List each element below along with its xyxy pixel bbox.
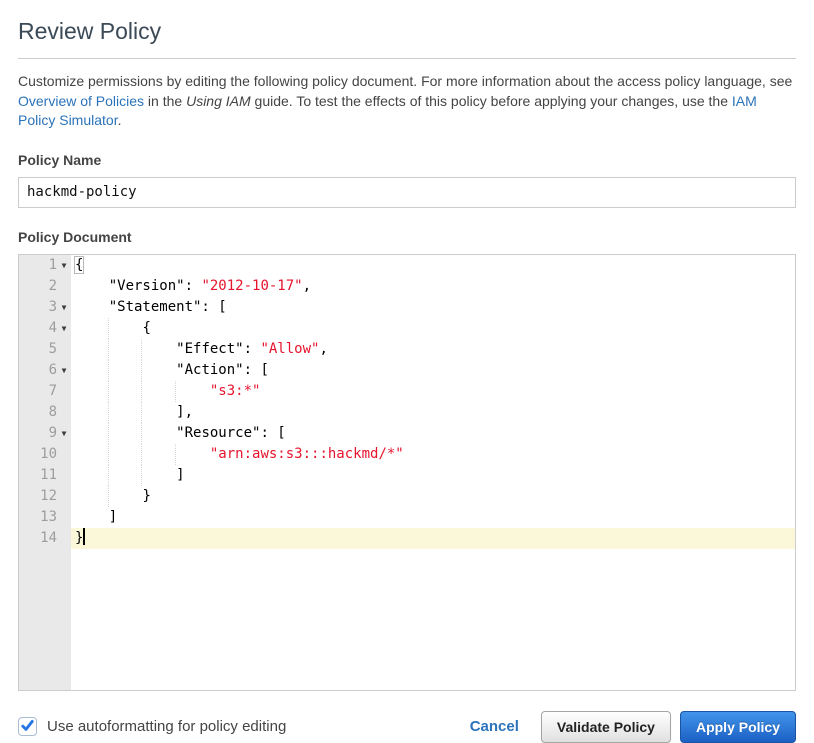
policy-name-label: Policy Name <box>18 152 796 168</box>
apply-policy-button[interactable]: Apply Policy <box>680 711 796 743</box>
intro-text-3: guide. To test the effects of this polic… <box>251 93 732 109</box>
fold-toggle-icon[interactable]: ▼ <box>57 255 71 276</box>
autoformat-checkbox[interactable] <box>18 717 37 736</box>
editor-gutter: 1▼23▼4▼56▼789▼1011121314 <box>19 255 71 690</box>
gutter-line-number: 13 <box>19 507 71 528</box>
code-line[interactable]: ], <box>71 402 795 423</box>
code-line[interactable]: "Action": [ <box>71 360 795 381</box>
footer-bar: Use autoformatting for policy editing Ca… <box>18 711 796 743</box>
policy-document-label: Policy Document <box>18 229 796 245</box>
code-line[interactable]: } <box>71 528 795 549</box>
gutter-line-number: 9▼ <box>19 423 71 444</box>
code-line[interactable]: { <box>71 318 795 339</box>
gutter-line-number: 6▼ <box>19 360 71 381</box>
code-line[interactable]: "Version": "2012-10-17", <box>71 276 795 297</box>
gutter-line-number: 7 <box>19 381 71 402</box>
fold-toggle-icon[interactable]: ▼ <box>57 297 71 318</box>
autoformat-option: Use autoformatting for policy editing <box>18 717 286 736</box>
gutter-line-number: 2 <box>19 276 71 297</box>
gutter-line-number: 12 <box>19 486 71 507</box>
intro-text-1: Customize permissions by editing the fol… <box>18 73 792 89</box>
code-line[interactable]: "Resource": [ <box>71 423 795 444</box>
overview-of-policies-link[interactable]: Overview of Policies <box>18 93 144 109</box>
code-line[interactable]: ] <box>71 465 795 486</box>
intro-text-2: in the <box>144 93 186 109</box>
code-line[interactable]: "arn:aws:s3:::hackmd/*" <box>71 444 795 465</box>
using-iam-guide-name: Using IAM <box>186 93 251 109</box>
page-title: Review Policy <box>18 14 796 59</box>
gutter-line-number: 8 <box>19 402 71 423</box>
fold-toggle-icon[interactable]: ▼ <box>57 423 71 444</box>
code-line[interactable]: "s3:*" <box>71 381 795 402</box>
autoformat-label: Use autoformatting for policy editing <box>47 718 286 735</box>
policy-document-editor[interactable]: 1▼23▼4▼56▼789▼1011121314 { "Version": "2… <box>18 254 796 691</box>
fold-toggle-icon[interactable]: ▼ <box>57 360 71 381</box>
text-cursor <box>83 528 85 545</box>
review-policy-page: Review Policy Customize permissions by e… <box>0 0 814 743</box>
code-line[interactable]: ] <box>71 507 795 528</box>
intro-text-4: . <box>118 112 122 128</box>
code-line[interactable]: } <box>71 486 795 507</box>
policy-name-input[interactable] <box>18 177 796 208</box>
editor-code-area[interactable]: { "Version": "2012-10-17", "Statement": … <box>71 255 795 690</box>
gutter-line-number: 5 <box>19 339 71 360</box>
gutter-line-number: 4▼ <box>19 318 71 339</box>
validate-policy-button[interactable]: Validate Policy <box>541 711 671 743</box>
gutter-line-number: 10 <box>19 444 71 465</box>
action-buttons: Cancel Validate Policy Apply Policy <box>470 711 796 743</box>
intro-paragraph: Customize permissions by editing the fol… <box>18 72 796 131</box>
gutter-line-number: 1▼ <box>19 255 71 276</box>
gutter-line-number: 3▼ <box>19 297 71 318</box>
gutter-line-number: 11 <box>19 465 71 486</box>
code-line[interactable]: { <box>71 255 795 276</box>
fold-toggle-icon[interactable]: ▼ <box>57 318 71 339</box>
cancel-link[interactable]: Cancel <box>470 718 519 735</box>
checkmark-icon <box>20 718 35 733</box>
code-line[interactable]: "Effect": "Allow", <box>71 339 795 360</box>
code-line[interactable]: "Statement": [ <box>71 297 795 318</box>
gutter-line-number: 14 <box>19 528 71 549</box>
